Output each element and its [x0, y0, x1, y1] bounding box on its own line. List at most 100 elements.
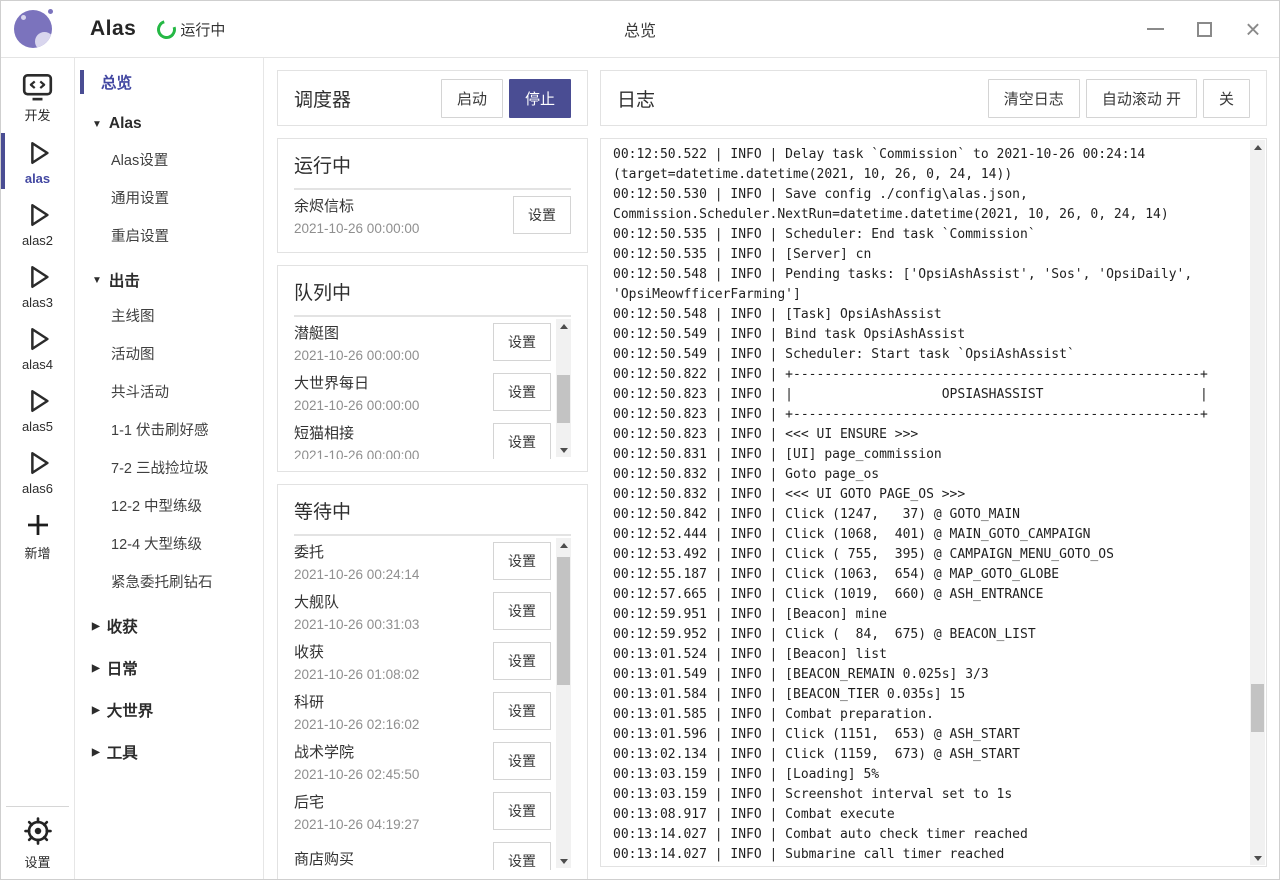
alas-logo-icon	[13, 7, 57, 51]
menu-group-header[interactable]: ▼出击	[75, 264, 263, 296]
log-line: 00:12:50.822 | INFO | +-----------------…	[613, 365, 1245, 385]
log-line: 00:12:50.535 | INFO | Scheduler: End tas…	[613, 225, 1245, 245]
scroll-up-icon[interactable]	[1250, 140, 1265, 154]
pending-title: 队列中	[294, 278, 571, 317]
menu-group-header[interactable]: ▼Alas	[75, 108, 263, 140]
menu-group-header[interactable]: ▶大世界	[75, 694, 263, 726]
task-time: 2021-10-26 00:00:00	[294, 448, 493, 460]
menu-group-label: 收获	[107, 615, 138, 637]
task-name: 潜艇图	[294, 322, 493, 343]
rail-item-新增[interactable]: 新增	[1, 502, 74, 568]
menu-group-header[interactable]: ▶工具	[75, 736, 263, 768]
task-setting-button[interactable]: 设置	[513, 196, 571, 234]
task-setting-button[interactable]: 设置	[493, 592, 551, 630]
chevron-right-icon: ▶	[92, 621, 100, 632]
task-time: 2021-10-26 04:19:27	[294, 817, 493, 832]
task-setting-button[interactable]: 设置	[493, 642, 551, 680]
rail-item-label: alas4	[22, 357, 53, 372]
menu-sub-item[interactable]: 主线图	[75, 296, 263, 334]
rail-item-label: alas5	[22, 419, 53, 434]
log-line: 00:12:50.823 | INFO | <<< UI ENSURE >>>	[613, 425, 1245, 445]
start-button[interactable]: 启动	[441, 79, 503, 118]
log-output[interactable]: 00:12:50.522 | INFO | Delay task `Commis…	[600, 138, 1267, 867]
rail-settings-label: 设置	[24, 852, 50, 871]
log-title: 日志	[617, 85, 988, 112]
log-line: 00:12:50.823 | INFO | | OPSIASHASSIST |	[613, 385, 1245, 405]
task-info: 商店购买	[294, 848, 493, 870]
rail-item-alas[interactable]: alas	[1, 130, 74, 192]
task-setting-button[interactable]: 设置	[493, 423, 551, 459]
rail-item-alas6[interactable]: alas6	[1, 440, 74, 502]
scroll-up-icon[interactable]	[556, 319, 571, 333]
menu-sub-item[interactable]: Alas设置	[75, 140, 263, 178]
menu-sub-item[interactable]: 活动图	[75, 334, 263, 372]
close-icon[interactable]: ×	[1243, 19, 1263, 39]
minimize-icon[interactable]	[1145, 19, 1165, 39]
menu-sub-item[interactable]: 重启设置	[75, 216, 263, 254]
task-info: 大世界每日2021-10-26 00:00:00	[294, 372, 493, 413]
menu-sub-item[interactable]: 通用设置	[75, 178, 263, 216]
task-setting-button[interactable]: 设置	[493, 792, 551, 830]
rail-item-settings[interactable]: 设置	[6, 806, 69, 879]
stop-button[interactable]: 停止	[509, 79, 571, 118]
log-line: 00:12:53.492 | INFO | Click ( 755, 395) …	[613, 545, 1245, 565]
autoscroll-on-button[interactable]: 自动滚动 开	[1086, 79, 1197, 118]
window-controls: ×	[1145, 1, 1263, 57]
menu-group-header[interactable]: ▶ 收获	[75, 610, 263, 642]
waiting-task-list: 委托2021-10-26 00:24:14设置大舰队2021-10-26 00:…	[294, 536, 571, 870]
chevron-right-icon: ▶	[92, 705, 100, 716]
play-icon	[23, 137, 53, 169]
log-line: 00:12:50.535 | INFO | [Server] cn	[613, 245, 1245, 265]
task-setting-button[interactable]: 设置	[493, 742, 551, 780]
log-line: 00:13:14.027 | INFO | Combat auto check …	[613, 825, 1245, 845]
waiting-scrollbar[interactable]	[556, 538, 571, 868]
task-name: 大舰队	[294, 591, 493, 612]
maximize-icon[interactable]	[1194, 19, 1214, 39]
menu-sub-item[interactable]: 紧急委托刷钻石	[75, 562, 263, 600]
rail-item-alas5[interactable]: alas5	[1, 378, 74, 440]
rail-item-alas4[interactable]: alas4	[1, 316, 74, 378]
scroll-up-icon[interactable]	[556, 538, 571, 552]
autoscroll-off-button[interactable]: 关	[1203, 79, 1250, 118]
task-name: 短猫相接	[294, 422, 493, 443]
scrollbar-thumb[interactable]	[557, 375, 570, 423]
task-row: 大世界每日2021-10-26 00:00:00设置	[294, 367, 551, 417]
scrollbar-thumb[interactable]	[1251, 684, 1264, 732]
rail-item-label: alas6	[22, 481, 53, 496]
task-row: 战术学院2021-10-26 02:45:50设置	[294, 736, 551, 786]
rail-item-alas3[interactable]: alas3	[1, 254, 74, 316]
pending-scrollbar[interactable]	[556, 319, 571, 457]
task-setting-button[interactable]: 设置	[493, 692, 551, 730]
gear-icon	[23, 816, 53, 851]
menu-sub-item[interactable]: 12-4 大型练级	[75, 524, 263, 562]
menu-sub-item[interactable]: 7-2 三战捡垃圾	[75, 448, 263, 486]
log-header-panel: 日志 清空日志 自动滚动 开 关	[600, 70, 1267, 126]
log-scrollbar[interactable]	[1250, 140, 1265, 865]
task-setting-button[interactable]: 设置	[493, 542, 551, 580]
task-info: 后宅 2021-10-26 04:19:27	[294, 791, 493, 832]
rail-item-alas2[interactable]: alas2	[1, 192, 74, 254]
rail-item-label: 开发	[24, 105, 50, 124]
scroll-down-icon[interactable]	[1250, 851, 1265, 865]
titlebar: Alas 运行中 总览 ×	[1, 1, 1279, 58]
menu-sub-item[interactable]: 共斗活动	[75, 372, 263, 410]
log-line: 00:13:02.134 | INFO | Click (1159, 673) …	[613, 745, 1245, 765]
play-icon	[23, 261, 53, 293]
menu-sub-item[interactable]: 1-1 伏击刷好感	[75, 410, 263, 448]
task-info: 余烬信标2021-10-26 00:00:00	[294, 195, 513, 236]
nav-menu: 总览 ▼AlasAlas设置通用设置重启设置 ▼出击主线图活动图共斗活动1-1 伏…	[75, 58, 264, 879]
scrollbar-thumb[interactable]	[557, 557, 570, 685]
menu-group-header[interactable]: ▶日常	[75, 652, 263, 684]
task-setting-button[interactable]: 设置	[493, 842, 551, 870]
task-setting-button[interactable]: 设置	[493, 373, 551, 411]
clear-log-button[interactable]: 清空日志	[988, 79, 1080, 118]
scroll-down-icon[interactable]	[556, 443, 571, 457]
menu-group-label: Alas	[109, 115, 142, 133]
chevron-right-icon: ▶	[92, 663, 100, 674]
rail-item-开发[interactable]: 开发	[1, 64, 74, 130]
menu-sub-item[interactable]: 12-2 中型练级	[75, 486, 263, 524]
scroll-down-icon[interactable]	[556, 854, 571, 868]
task-name: 后宅	[294, 791, 493, 812]
task-setting-button[interactable]: 设置	[493, 323, 551, 361]
menu-item-overview[interactable]: 总览	[75, 66, 263, 98]
